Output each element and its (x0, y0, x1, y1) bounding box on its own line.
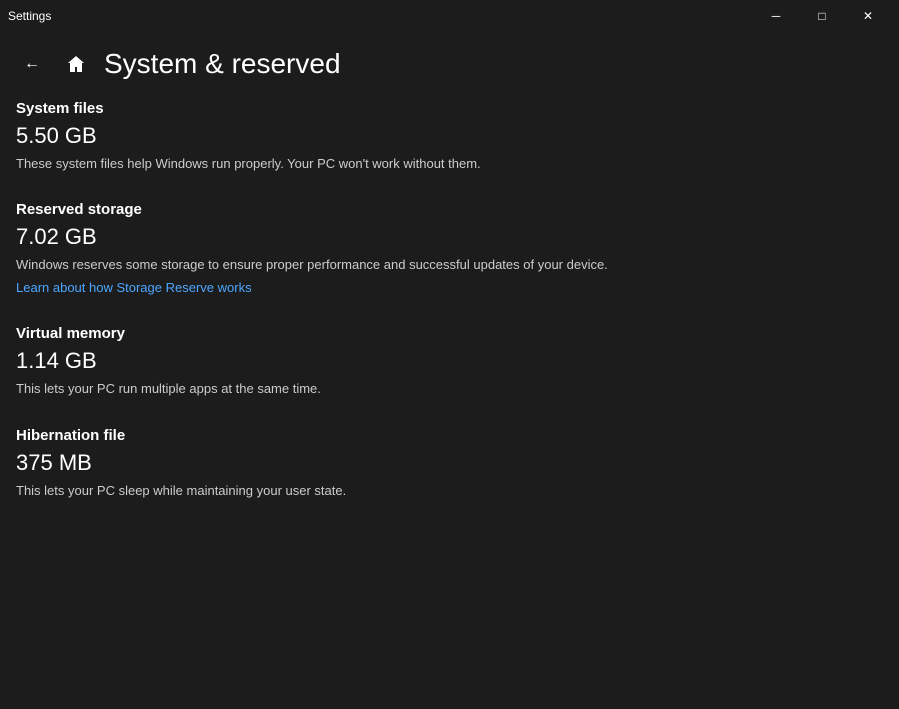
system-files-title: System files (16, 100, 883, 117)
storage-reserve-link[interactable]: Learn about how Storage Reserve works (16, 280, 252, 295)
system-files-size: 5.50 GB (16, 123, 883, 149)
hibernation-file-desc: This lets your PC sleep while maintainin… (16, 482, 666, 500)
page-header: ← System & reserved (0, 32, 899, 100)
virtual-memory-desc: This lets your PC run multiple apps at t… (16, 380, 666, 398)
maximize-button[interactable]: □ (799, 0, 845, 32)
title-bar-controls: ─ □ ✕ (753, 0, 891, 32)
reserved-storage-size: 7.02 GB (16, 224, 883, 250)
minimize-button[interactable]: ─ (753, 0, 799, 32)
reserved-storage-title: Reserved storage (16, 201, 883, 218)
back-button[interactable]: ← (16, 48, 48, 80)
close-button[interactable]: ✕ (845, 0, 891, 32)
hibernation-file-title: Hibernation file (16, 427, 883, 444)
system-files-desc: These system files help Windows run prop… (16, 155, 666, 173)
virtual-memory-title: Virtual memory (16, 325, 883, 342)
section-hibernation-file: Hibernation file 375 MB This lets your P… (16, 427, 883, 500)
virtual-memory-size: 1.14 GB (16, 348, 883, 374)
title-bar: Settings ─ □ ✕ (0, 0, 899, 32)
content-area: System files 5.50 GB These system files … (0, 100, 899, 500)
section-virtual-memory: Virtual memory 1.14 GB This lets your PC… (16, 325, 883, 398)
hibernation-file-size: 375 MB (16, 450, 883, 476)
title-bar-left: Settings (8, 9, 51, 23)
section-system-files: System files 5.50 GB These system files … (16, 100, 883, 173)
title-bar-title: Settings (8, 9, 51, 23)
section-reserved-storage: Reserved storage 7.02 GB Windows reserve… (16, 201, 883, 297)
reserved-storage-desc: Windows reserves some storage to ensure … (16, 256, 666, 274)
page-title: System & reserved (104, 48, 341, 80)
home-icon (64, 52, 88, 76)
